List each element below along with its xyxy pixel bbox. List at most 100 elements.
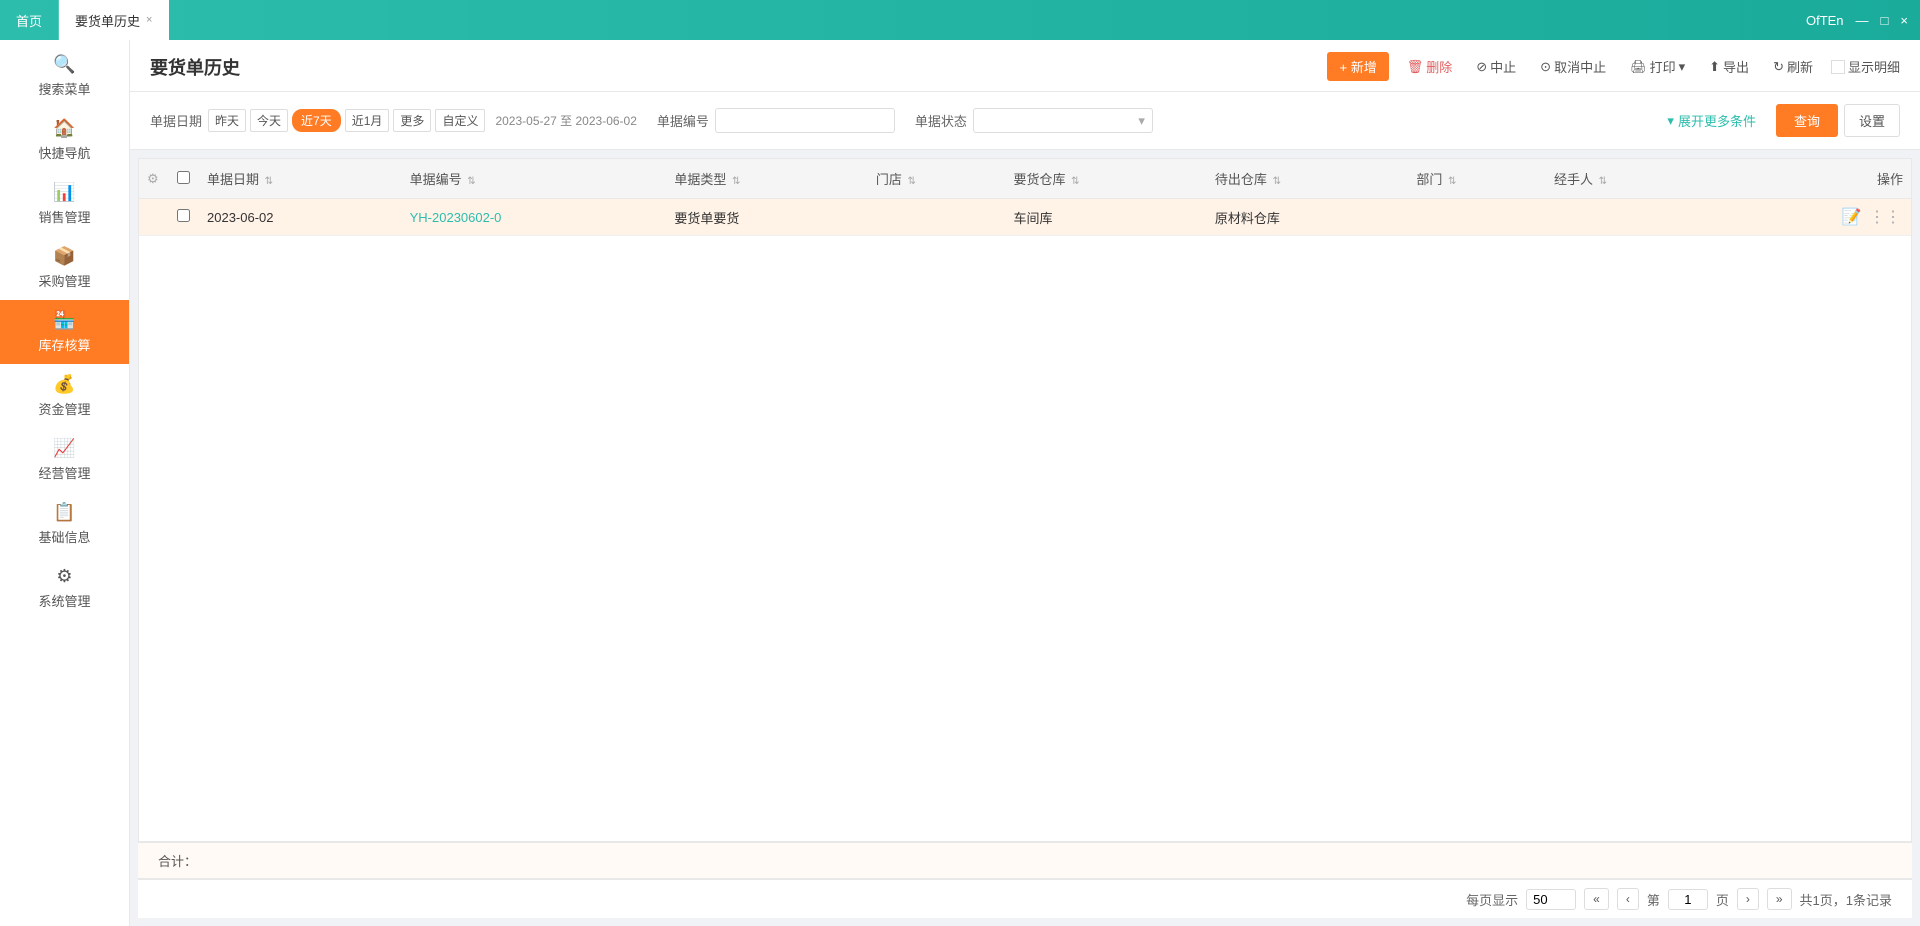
- close-btn[interactable]: ×: [1900, 13, 1908, 28]
- sidebar-item-inventory-label: 库存核算: [38, 335, 90, 354]
- minimize-btn[interactable]: —: [1856, 13, 1869, 28]
- display-detail-button[interactable]: 显示明细: [1831, 57, 1900, 76]
- th-handler[interactable]: 经手人 ⇅: [1546, 159, 1716, 199]
- delete-button[interactable]: 🗑 删除: [1401, 54, 1459, 79]
- table-footer: 合计：: [138, 842, 1912, 879]
- table-container: ⚙ 单据日期 ⇅ 单据编号 ⇅: [138, 158, 1912, 842]
- per-page-select[interactable]: 50 100 200: [1526, 889, 1576, 910]
- next-page-btn[interactable]: ›: [1737, 888, 1759, 910]
- number-filter-label: 单据编号: [657, 111, 709, 130]
- sidebar-item-basics[interactable]: 📋 基础信息: [0, 492, 129, 556]
- th-action: 操作: [1716, 159, 1911, 199]
- tab-close-icon[interactable]: ×: [146, 14, 152, 26]
- sidebar-item-nav-label: 快捷导航: [38, 143, 90, 162]
- main-layout: 🔍 搜索菜单 🏠 快捷导航 📊 销售管理 📦 采购管理 🏪 库存核算 💰 资金管…: [0, 40, 1920, 926]
- new-button[interactable]: + 新增: [1327, 52, 1388, 81]
- search-icon: 🔍: [53, 54, 75, 75]
- status-filter-select[interactable]: [973, 108, 1153, 133]
- sort-date-icon: ⇅: [265, 176, 273, 187]
- sidebar-item-system-label: 系统管理: [38, 591, 90, 610]
- tab-purchase-history[interactable]: 要货单历史 ×: [59, 0, 169, 40]
- refresh-button[interactable]: ↻ 刷新: [1767, 54, 1819, 79]
- th-pending-warehouse[interactable]: 待出仓库 ⇅: [1207, 159, 1408, 199]
- th-req-warehouse[interactable]: 要货仓库 ⇅: [1005, 159, 1206, 199]
- cancel-stop-icon: ⊙: [1540, 59, 1551, 75]
- th-checkbox: [169, 159, 199, 199]
- page-number-input[interactable]: [1668, 889, 1708, 910]
- th-type[interactable]: 单据类型 ⇅: [666, 159, 867, 199]
- first-page-btn[interactable]: «: [1584, 888, 1609, 910]
- date-btn-1month[interactable]: 近1月: [345, 109, 390, 132]
- sort-number-icon: ⇅: [467, 176, 475, 187]
- sidebar-item-operations[interactable]: 📈 经营管理: [0, 428, 129, 492]
- number-filter-input[interactable]: [715, 108, 895, 133]
- system-icon: ⚙: [56, 566, 72, 587]
- th-store[interactable]: 门店 ⇅: [868, 159, 1006, 199]
- display-detail-checkbox[interactable]: [1831, 60, 1845, 74]
- status-filter-item: 单据状态: [915, 108, 1153, 133]
- sidebar-item-search[interactable]: 🔍 搜索菜单: [0, 44, 129, 108]
- row-store: [868, 199, 1006, 236]
- row-pending-warehouse: 原材料仓库: [1207, 199, 1408, 236]
- refresh-icon: ↻: [1773, 59, 1784, 75]
- settings-button[interactable]: 设置: [1844, 104, 1900, 137]
- page-label: 第: [1647, 890, 1660, 909]
- export-icon: ⬆: [1709, 59, 1720, 75]
- sidebar: 🔍 搜索菜单 🏠 快捷导航 📊 销售管理 📦 采购管理 🏪 库存核算 💰 资金管…: [0, 40, 130, 926]
- query-button[interactable]: 查询: [1776, 104, 1838, 137]
- date-btn-today[interactable]: 今天: [250, 109, 288, 132]
- date-btn-more[interactable]: 更多: [393, 109, 431, 132]
- th-date[interactable]: 单据日期 ⇅: [199, 159, 402, 199]
- settings-col-icon[interactable]: ⚙: [147, 171, 159, 186]
- export-button[interactable]: ⬆ 导出: [1703, 54, 1755, 79]
- row-more-icon[interactable]: ⋮⋮: [1867, 209, 1903, 226]
- inventory-icon: 🏪: [53, 310, 75, 331]
- top-bar-right: OfTEn — □ ×: [1806, 13, 1920, 28]
- cancel-stop-button[interactable]: ⊙ 取消中止: [1534, 54, 1612, 79]
- sidebar-item-finance[interactable]: 💰 资金管理: [0, 364, 129, 428]
- date-btn-custom[interactable]: 自定义: [435, 109, 485, 132]
- sidebar-item-sales[interactable]: 📊 销售管理: [0, 172, 129, 236]
- print-dropdown-icon: ▾: [1679, 59, 1686, 75]
- table-row: 2023-06-02 YH-20230602-0 要货单要货 车间库 原材料仓库…: [139, 199, 1911, 236]
- date-btn-7days[interactable]: 近7天: [292, 109, 341, 132]
- sidebar-item-operations-label: 经营管理: [38, 463, 90, 482]
- row-settings-col: [139, 199, 169, 236]
- expand-filter-btn[interactable]: ▾ 展开更多条件: [1667, 111, 1756, 130]
- sidebar-item-nav[interactable]: 🏠 快捷导航: [0, 108, 129, 172]
- row-number-link[interactable]: YH-20230602-0: [410, 210, 502, 225]
- row-checkbox-col: [169, 199, 199, 236]
- select-all-checkbox[interactable]: [177, 171, 190, 184]
- purchase-icon: 📦: [53, 246, 75, 267]
- date-btn-yesterday[interactable]: 昨天: [208, 109, 246, 132]
- home-icon: 🏠: [53, 118, 75, 139]
- page-header: 要货单历史 + 新增 🗑 删除 ⊘ 中止 ⊙ 取消中止: [130, 40, 1920, 92]
- prev-page-btn[interactable]: ‹: [1617, 888, 1639, 910]
- tab-list: 首页 要货单历史 ×: [0, 0, 169, 40]
- stop-button[interactable]: ⊘ 中止: [1470, 54, 1522, 79]
- tab-home[interactable]: 首页: [0, 0, 59, 40]
- brand-name: OfTEn: [1806, 13, 1844, 28]
- operations-icon: 📈: [53, 438, 75, 459]
- sidebar-item-inventory[interactable]: 🏪 库存核算: [0, 300, 129, 364]
- maximize-btn[interactable]: □: [1881, 13, 1889, 28]
- content-area: 要货单历史 + 新增 🗑 删除 ⊘ 中止 ⊙ 取消中止: [130, 40, 1920, 926]
- last-page-btn[interactable]: »: [1767, 888, 1792, 910]
- row-edit-icon[interactable]: 📝: [1839, 209, 1863, 226]
- sidebar-item-sales-label: 销售管理: [38, 207, 90, 226]
- row-action-col: 📝 ⋮⋮: [1716, 199, 1911, 236]
- sort-department-icon: ⇅: [1448, 176, 1456, 187]
- row-handler: [1546, 199, 1716, 236]
- sidebar-item-purchase[interactable]: 📦 采购管理: [0, 236, 129, 300]
- row-checkbox[interactable]: [177, 209, 190, 222]
- finance-icon: 💰: [53, 374, 75, 395]
- th-number[interactable]: 单据编号 ⇅: [402, 159, 667, 199]
- sidebar-item-system[interactable]: ⚙ 系统管理: [0, 556, 129, 620]
- total-info: 共1页，1条记录: [1800, 890, 1892, 909]
- print-button[interactable]: 🖨 打印 ▾: [1624, 54, 1691, 79]
- row-req-warehouse: 车间库: [1005, 199, 1206, 236]
- pagination-bar: 每页显示 50 100 200 « ‹ 第 页 › » 共1页，1条记录: [138, 879, 1912, 918]
- th-department[interactable]: 部门 ⇅: [1408, 159, 1546, 199]
- filter-row: 单据日期 昨天 今天 近7天 近1月 更多 自定义 2023-05-27 至 2…: [150, 104, 1900, 137]
- sales-icon: 📊: [53, 182, 75, 203]
